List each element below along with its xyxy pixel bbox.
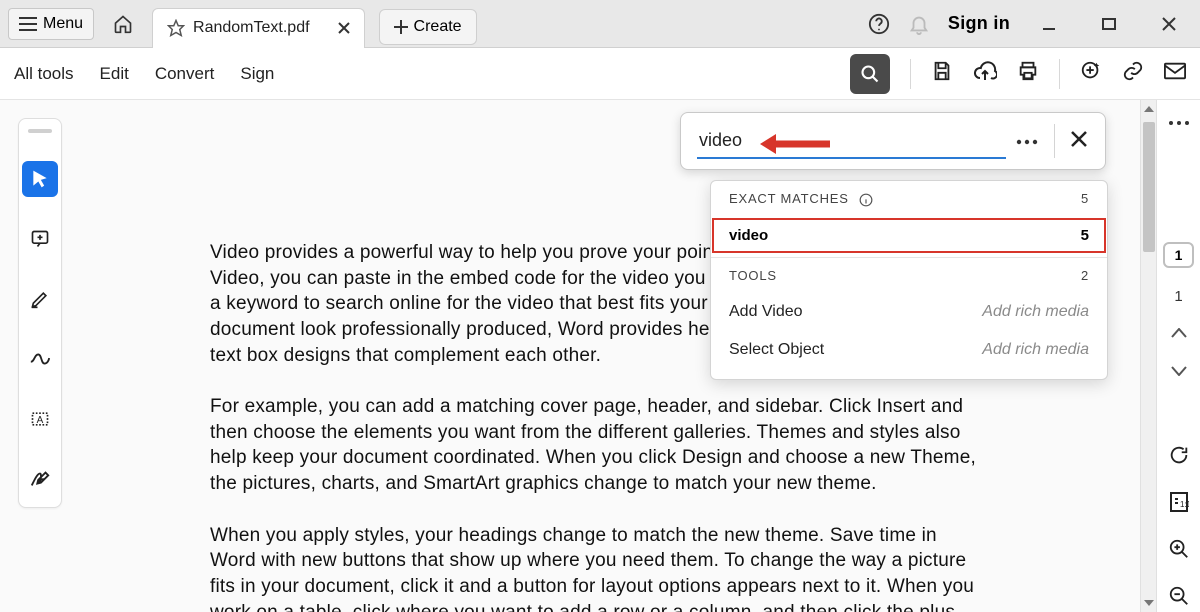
paragraph: When you apply styles, your headings cha… (210, 523, 980, 612)
menu-label: Menu (43, 15, 83, 33)
textbox-tool[interactable]: A (22, 401, 58, 437)
bell-icon[interactable] (908, 13, 930, 35)
tools-count: 2 (1081, 268, 1089, 283)
more-icon[interactable] (1168, 120, 1190, 126)
find-button[interactable] (850, 54, 890, 94)
page-number-input[interactable]: 1 (1163, 242, 1195, 268)
help-icon[interactable] (868, 13, 890, 35)
tab-close-button[interactable] (338, 22, 350, 34)
right-panel: 1 1 1:1 (1156, 100, 1200, 612)
document-tab[interactable]: RandomText.pdf (152, 8, 365, 48)
fit-page-icon[interactable]: 1:1 (1169, 491, 1189, 518)
ai-assist-icon[interactable] (1080, 60, 1102, 87)
hamburger-icon (19, 17, 37, 31)
tools-label: TOOLS (729, 268, 777, 283)
plus-icon (394, 20, 408, 34)
exact-matches-header: EXACT MATCHES 5 (711, 181, 1107, 217)
find-options-button[interactable] (1006, 132, 1048, 150)
create-label: Create (414, 18, 462, 36)
find-results-dropdown: EXACT MATCHES 5 video 5 TOOLS 2 Add Vide… (710, 180, 1108, 380)
menu-edit[interactable]: Edit (100, 64, 129, 84)
match-result-row[interactable]: video 5 (711, 217, 1107, 254)
home-button[interactable] (102, 4, 144, 44)
left-toolbar: A (18, 118, 62, 508)
tab-title: RandomText.pdf (193, 19, 310, 37)
window-close[interactable] (1148, 4, 1190, 44)
cloud-upload-icon[interactable] (973, 60, 997, 87)
menu-button[interactable]: Menu (8, 8, 94, 40)
page-up-button[interactable] (1171, 325, 1187, 343)
menu-convert[interactable]: Convert (155, 64, 215, 84)
find-close-button[interactable] (1061, 131, 1097, 152)
svg-text:A: A (37, 415, 44, 426)
rotate-icon[interactable] (1168, 444, 1190, 471)
create-button[interactable]: Create (379, 9, 477, 45)
highlight-tool[interactable] (22, 281, 58, 317)
find-bar (680, 112, 1106, 170)
save-icon[interactable] (931, 60, 953, 87)
match-term: video (729, 227, 768, 244)
page-total: 1 (1174, 288, 1182, 305)
comment-tool[interactable] (22, 221, 58, 257)
toolbar: All tools Edit Convert Sign (0, 48, 1200, 100)
tool-name: Add Video (729, 303, 803, 321)
tool-name: Select Object (729, 341, 824, 359)
print-icon[interactable] (1017, 60, 1039, 87)
tool-hint: Add rich media (982, 303, 1089, 321)
scroll-down-button[interactable] (1141, 594, 1157, 612)
scroll-thumb[interactable] (1143, 122, 1155, 252)
titlebar: Menu RandomText.pdf Create Sign i (0, 0, 1200, 48)
tools-header: TOOLS 2 (711, 257, 1107, 293)
menu-sign[interactable]: Sign (240, 64, 274, 84)
vertical-scrollbar[interactable] (1140, 100, 1156, 612)
draw-tool[interactable] (22, 341, 58, 377)
info-icon[interactable] (859, 193, 873, 207)
exact-matches-count: 5 (1081, 191, 1089, 206)
tool-result-row[interactable]: Select Object Add rich media (711, 331, 1107, 369)
tool-hint: Add rich media (982, 341, 1089, 359)
toolbar-grip[interactable] (28, 129, 52, 133)
zoom-out-icon[interactable] (1168, 585, 1190, 612)
find-input[interactable] (697, 124, 1006, 159)
paragraph: For example, you can add a matching cove… (210, 394, 980, 497)
sign-tool[interactable] (22, 461, 58, 497)
svg-text:1:1: 1:1 (1180, 500, 1189, 509)
link-icon[interactable] (1122, 60, 1144, 87)
signin-button[interactable]: Sign in (948, 13, 1010, 34)
mail-icon[interactable] (1164, 62, 1186, 85)
page-down-button[interactable] (1171, 363, 1187, 381)
exact-matches-label: EXACT MATCHES (729, 191, 849, 206)
window-minimize[interactable] (1028, 4, 1070, 44)
zoom-in-icon[interactable] (1168, 538, 1190, 565)
window-maximize[interactable] (1088, 4, 1130, 44)
star-icon (167, 19, 185, 37)
menu-alltools[interactable]: All tools (14, 64, 74, 84)
match-count: 5 (1081, 227, 1089, 244)
tool-result-row[interactable]: Add Video Add rich media (711, 293, 1107, 331)
scroll-up-button[interactable] (1141, 100, 1157, 118)
select-tool[interactable] (22, 161, 58, 197)
